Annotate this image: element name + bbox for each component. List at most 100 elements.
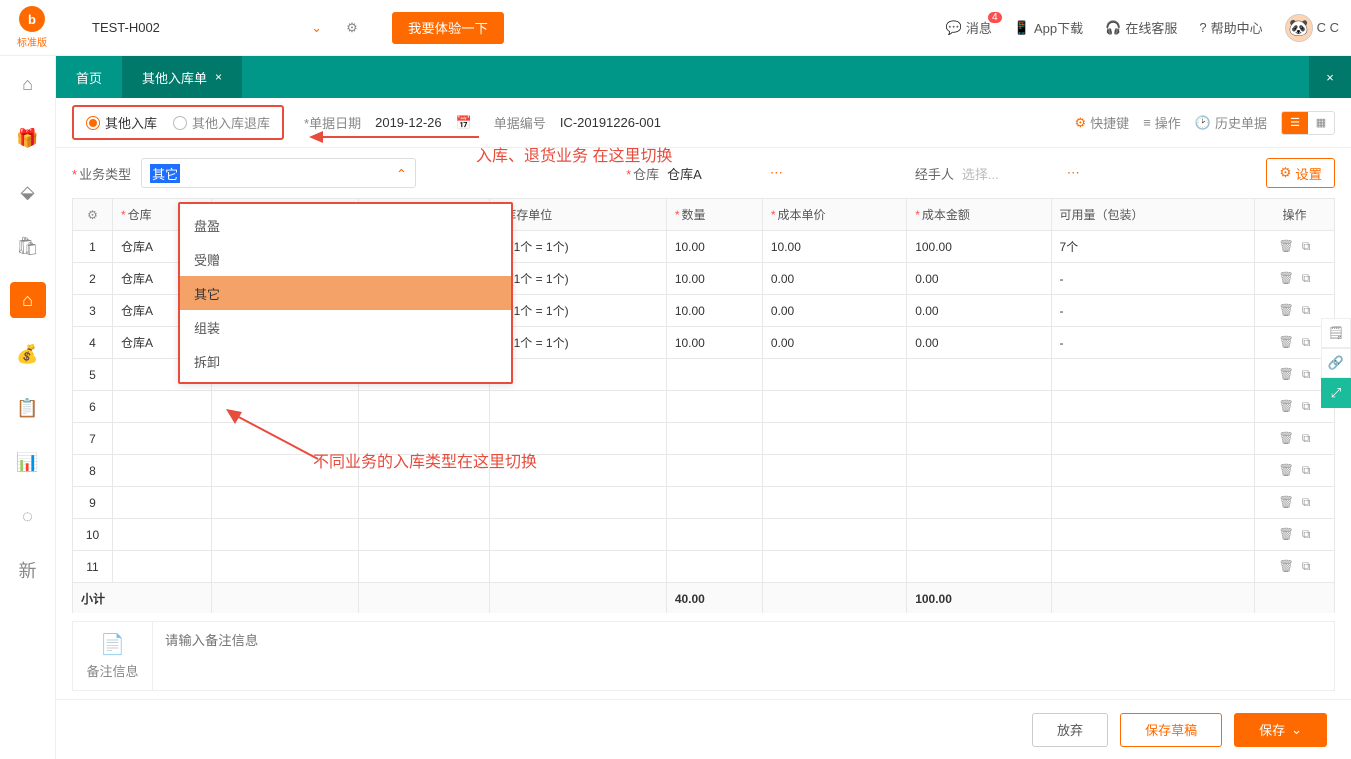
tab-home[interactable]: 首页 bbox=[56, 56, 122, 98]
copy-icon[interactable]: ⧉ bbox=[1302, 303, 1311, 318]
remark-label: 📄 备注信息 bbox=[73, 622, 153, 690]
remark-box: 📄 备注信息 bbox=[72, 621, 1335, 691]
copy-icon[interactable]: ⧉ bbox=[1302, 431, 1311, 446]
col-amount: *成本金额 bbox=[907, 199, 1051, 231]
nav-house-icon[interactable]: ⬙ bbox=[10, 174, 46, 210]
copy-icon[interactable]: ⧉ bbox=[1302, 399, 1311, 414]
delete-icon[interactable]: 🗑 bbox=[1279, 367, 1294, 382]
table-row[interactable]: 10🗑⧉ bbox=[73, 519, 1335, 551]
dropdown-item[interactable]: 组装 bbox=[180, 310, 511, 344]
view-grid-icon[interactable]: ▦ bbox=[1308, 112, 1334, 134]
float-expand-icon[interactable]: ⤢ bbox=[1321, 378, 1351, 408]
copy-icon[interactable]: ⧉ bbox=[1302, 335, 1311, 350]
online-cs-link[interactable]: 🎧 在线客服 bbox=[1105, 18, 1177, 37]
delete-icon[interactable]: 🗑 bbox=[1279, 527, 1294, 542]
delete-icon[interactable]: 🗑 bbox=[1279, 495, 1294, 510]
delete-icon[interactable]: 🗑 bbox=[1279, 239, 1294, 254]
table-row[interactable]: 8🗑⧉ bbox=[73, 455, 1335, 487]
delete-icon[interactable]: 🗑 bbox=[1279, 399, 1294, 414]
handler-more-icon[interactable]: ⋯ bbox=[1067, 165, 1082, 181]
handler-select[interactable]: 选择... bbox=[962, 164, 999, 183]
radio-return[interactable]: 其他入库退库 bbox=[173, 113, 270, 132]
float-link-icon[interactable]: 🔗 bbox=[1321, 348, 1351, 378]
float-note-icon[interactable]: 🗒 bbox=[1321, 318, 1351, 348]
biz-mode-radio-group: 其他入库 其他入库退库 bbox=[72, 105, 284, 140]
messages-link[interactable]: 💬 消息 4 bbox=[946, 18, 992, 37]
delete-icon[interactable]: 🗑 bbox=[1279, 559, 1294, 574]
nav-home-icon[interactable]: ⌂ bbox=[10, 66, 46, 102]
biz-type-dropdown: 盘盈 受赠 其它 组装 拆卸 bbox=[178, 202, 513, 384]
org-selector[interactable]: TEST-H002 ⌄ bbox=[82, 12, 332, 44]
warehouse-value[interactable]: 仓库A bbox=[667, 164, 702, 183]
copy-icon[interactable]: ⧉ bbox=[1302, 495, 1311, 510]
message-icon: 💬 bbox=[946, 20, 962, 36]
chevron-up-icon: ⌄ bbox=[396, 165, 407, 181]
nav-clipboard-icon[interactable]: 📋 bbox=[10, 390, 46, 426]
nav-report-icon[interactable]: 📊 bbox=[10, 444, 46, 480]
nav-loading-icon[interactable]: ◌ bbox=[10, 498, 46, 534]
phone-icon: 📱 bbox=[1014, 20, 1030, 36]
table-row[interactable]: 9🗑⧉ bbox=[73, 487, 1335, 519]
discard-button[interactable]: 放弃 bbox=[1032, 713, 1108, 747]
operate-link[interactable]: ≡操作 bbox=[1143, 113, 1181, 132]
copy-icon[interactable]: ⧉ bbox=[1302, 239, 1311, 254]
table-row[interactable]: 11🗑⧉ bbox=[73, 551, 1335, 583]
history-link[interactable]: 🕑历史单据 bbox=[1195, 113, 1267, 132]
nav-bag-icon[interactable]: 🛍 bbox=[10, 228, 46, 264]
table-row[interactable]: 7🗑⧉ bbox=[73, 423, 1335, 455]
copy-icon[interactable]: ⧉ bbox=[1302, 271, 1311, 286]
settings-icon[interactable]: ⚙ bbox=[336, 12, 368, 44]
logo-icon: b bbox=[19, 6, 45, 32]
warehouse-label: *仓库 bbox=[626, 164, 659, 183]
biz-type-label: *业务类型 bbox=[72, 164, 131, 183]
nav-gift-icon[interactable]: 🎁 bbox=[10, 120, 46, 156]
view-toggle: ☰ ▦ bbox=[1281, 111, 1335, 135]
save-draft-button[interactable]: 保存草稿 bbox=[1120, 713, 1222, 747]
dropdown-item-selected[interactable]: 其它 bbox=[180, 276, 511, 310]
warehouse-more-icon[interactable]: ⋯ bbox=[770, 165, 785, 181]
delete-icon[interactable]: 🗑 bbox=[1279, 303, 1294, 318]
col-settings[interactable]: ⚙ bbox=[73, 199, 113, 231]
radio-inbound[interactable]: 其他入库 bbox=[86, 113, 157, 132]
delete-icon[interactable]: 🗑 bbox=[1279, 431, 1294, 446]
delete-icon[interactable]: 🗑 bbox=[1279, 271, 1294, 286]
dropdown-item[interactable]: 盘盈 bbox=[180, 208, 511, 242]
chevron-down-icon: ⌄ bbox=[1291, 722, 1302, 738]
dropdown-item[interactable]: 受赠 bbox=[180, 242, 511, 276]
filter-row: *业务类型 其它 ⌄ *仓库 仓库A ⋯ 经手人 选择... ⋯ bbox=[56, 148, 1351, 198]
help-link[interactable]: ? 帮助中心 bbox=[1199, 18, 1262, 37]
date-label: *单据日期 bbox=[304, 113, 361, 132]
dropdown-item[interactable]: 拆卸 bbox=[180, 344, 511, 378]
user-menu[interactable]: 🐼 C C bbox=[1285, 14, 1339, 42]
col-qty: *数量 bbox=[666, 199, 762, 231]
copy-icon[interactable]: ⧉ bbox=[1302, 559, 1311, 574]
save-button[interactable]: 保存⌄ bbox=[1234, 713, 1327, 747]
setting-button[interactable]: ⚙设置 bbox=[1266, 158, 1335, 188]
shortcut-link[interactable]: ⚙快捷键 bbox=[1075, 113, 1130, 132]
delete-icon[interactable]: 🗑 bbox=[1279, 463, 1294, 478]
delete-icon[interactable]: 🗑 bbox=[1279, 335, 1294, 350]
subtotal-row: 小计 40.00 100.00 bbox=[73, 583, 1335, 614]
tab-close-icon[interactable]: × bbox=[215, 70, 222, 84]
nav-money-icon[interactable]: 💰 bbox=[10, 336, 46, 372]
radio-unchecked-icon bbox=[173, 116, 187, 130]
app-download-link[interactable]: 📱 App下载 bbox=[1014, 18, 1083, 37]
copy-icon[interactable]: ⧉ bbox=[1302, 527, 1311, 542]
calendar-icon[interactable]: 📅 bbox=[456, 115, 472, 131]
biz-type-select[interactable]: 其它 ⌄ bbox=[141, 158, 416, 188]
try-button[interactable]: 我要体验一下 bbox=[392, 12, 504, 44]
help-icon: ? bbox=[1199, 20, 1206, 35]
top-header: b 标准版 TEST-H002 ⌄ ⚙ 我要体验一下 💬 消息 4 📱 App下… bbox=[0, 0, 1351, 56]
nav-new-icon[interactable]: 新 bbox=[10, 552, 46, 588]
date-value[interactable]: 2019-12-26 bbox=[375, 115, 442, 130]
view-list-icon[interactable]: ☰ bbox=[1282, 112, 1308, 134]
nav-warehouse-icon[interactable]: ⌂ bbox=[10, 282, 46, 318]
remark-input[interactable] bbox=[153, 622, 1334, 690]
table-row[interactable]: 6🗑⧉ bbox=[73, 391, 1335, 423]
col-op: 操作 bbox=[1255, 199, 1335, 231]
close-all-tabs[interactable]: × bbox=[1309, 56, 1351, 98]
chevron-down-icon: ⌄ bbox=[311, 20, 322, 36]
copy-icon[interactable]: ⧉ bbox=[1302, 463, 1311, 478]
tab-current[interactable]: 其他入库单 × bbox=[122, 56, 242, 98]
copy-icon[interactable]: ⧉ bbox=[1302, 367, 1311, 382]
